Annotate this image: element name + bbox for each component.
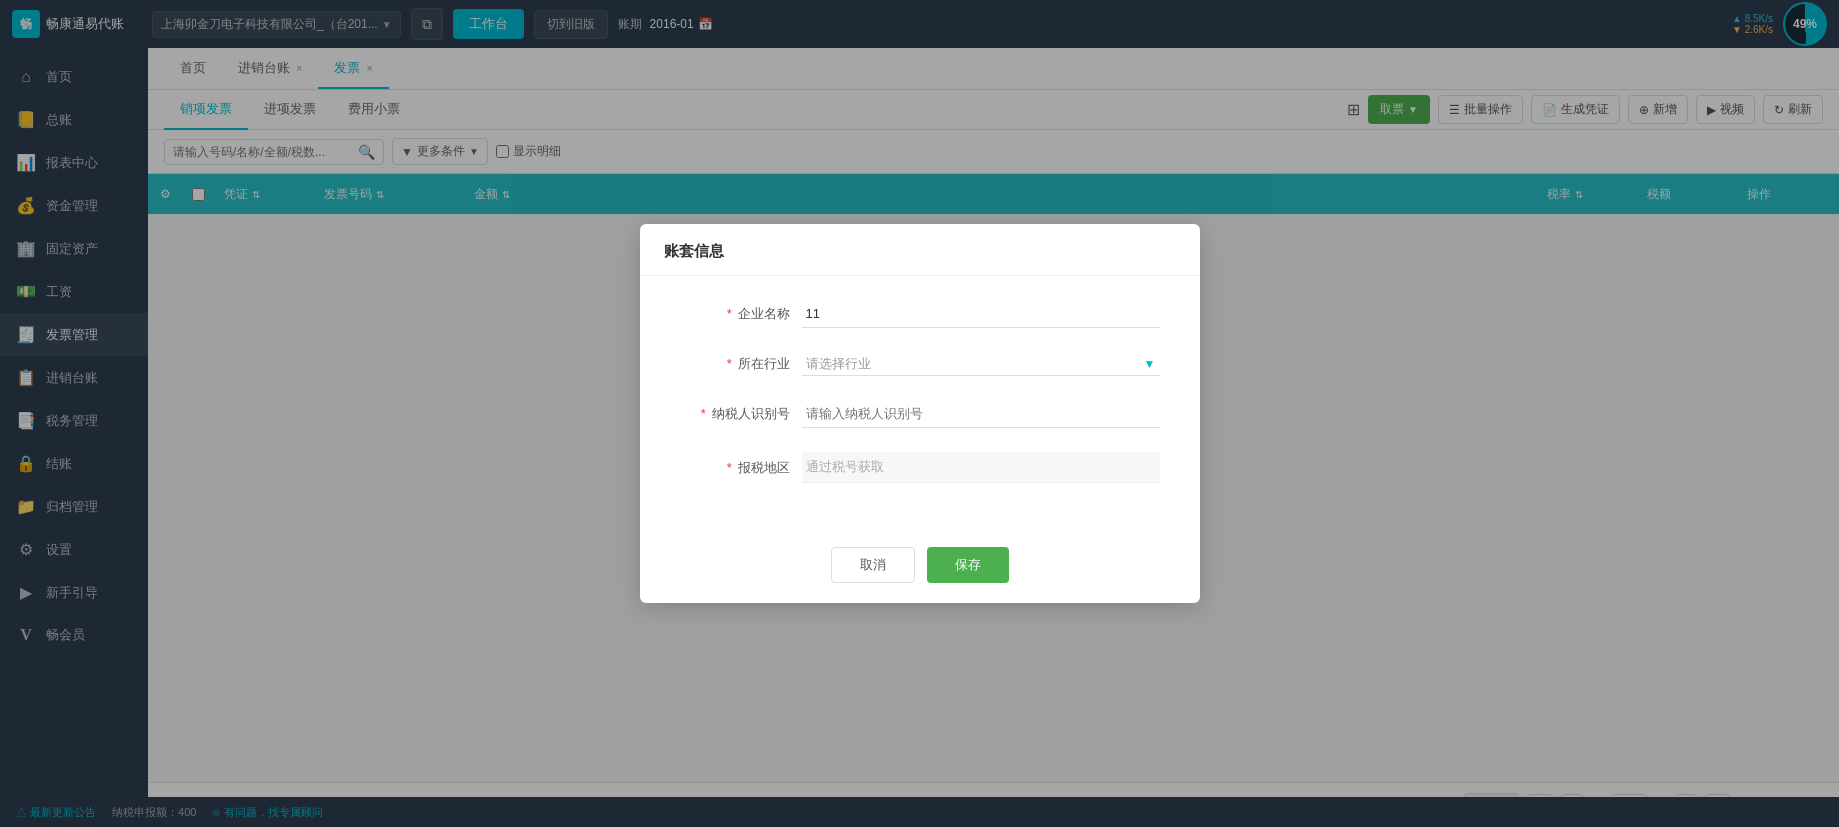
modal-header: 账套信息 [640,224,1200,276]
industry-select[interactable]: 请选择行业 [806,356,1140,371]
company-name-required: * [727,306,732,321]
industry-select-wrap[interactable]: 请选择行业 ▼ [802,352,1160,376]
save-button[interactable]: 保存 [927,547,1009,583]
tax-region-row: * 报税地区 通过税号获取 [680,452,1160,483]
tax-region-required: * [727,460,732,475]
tax-region-label: * 报税地区 [680,459,790,477]
cancel-button[interactable]: 取消 [831,547,915,583]
industry-required: * [727,356,732,371]
tax-id-required: * [701,406,706,421]
company-name-input[interactable] [802,300,1160,328]
tax-id-row: * 纳税人识别号 [680,400,1160,428]
modal-body: * 企业名称 * 所在行业 请选择行业 ▼ [640,276,1200,531]
account-info-modal: 账套信息 * 企业名称 * 所在行业 请选择行业 [640,224,1200,603]
tax-id-input[interactable] [802,400,1160,428]
modal-title: 账套信息 [664,242,724,259]
modal-overlay: 账套信息 * 企业名称 * 所在行业 请选择行业 [0,0,1839,827]
modal-footer: 取消 保存 [640,531,1200,603]
company-name-row: * 企业名称 [680,300,1160,328]
industry-label: * 所在行业 [680,355,790,373]
industry-row: * 所在行业 请选择行业 ▼ [680,352,1160,376]
industry-dropdown-icon: ▼ [1144,357,1156,371]
tax-id-label: * 纳税人识别号 [680,405,790,423]
tax-region-display: 通过税号获取 [802,452,1160,483]
company-name-label: * 企业名称 [680,305,790,323]
